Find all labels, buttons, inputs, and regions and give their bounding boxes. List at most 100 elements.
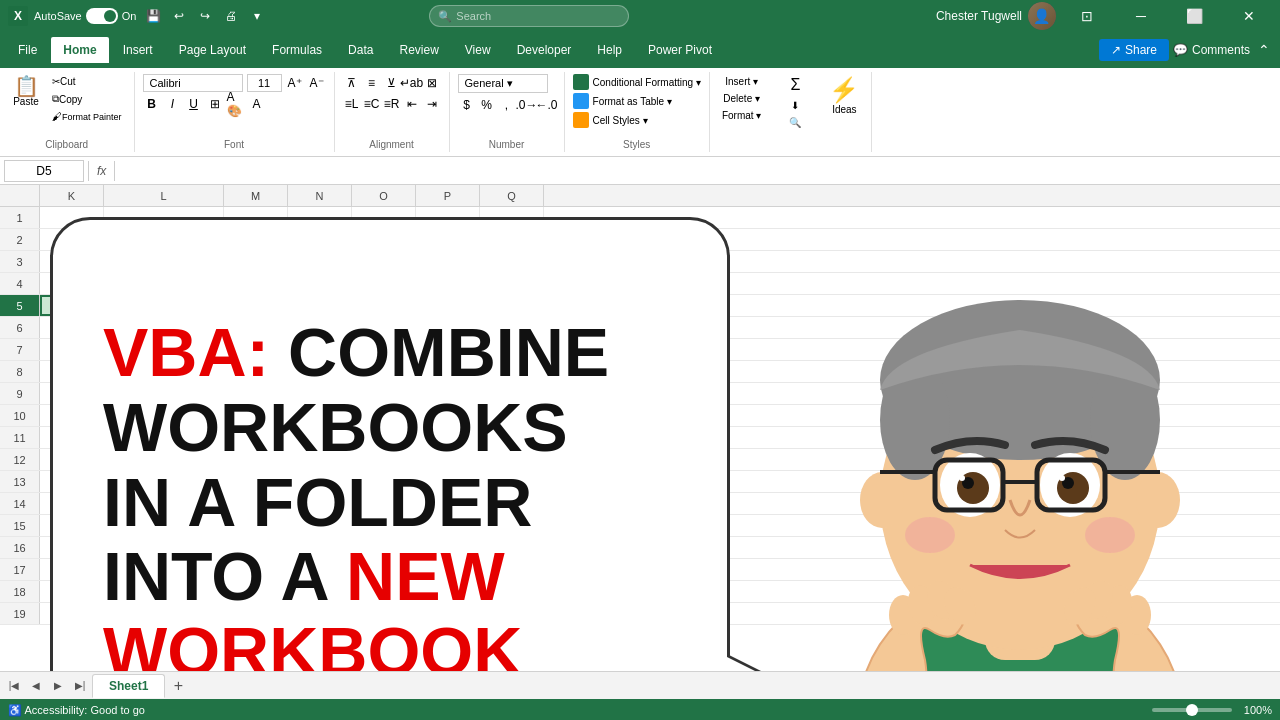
autosum-button[interactable]: Σ (777, 74, 813, 96)
row-num-3[interactable]: 3 (0, 251, 40, 272)
tab-data[interactable]: Data (336, 37, 385, 63)
border-button[interactable]: ⊞ (206, 95, 224, 113)
sheet-nav-first[interactable]: |◀ (4, 676, 24, 696)
col-header-n[interactable]: N (288, 185, 352, 206)
tab-review[interactable]: Review (387, 37, 450, 63)
merge-center-button[interactable]: ⊠ (423, 74, 441, 92)
col-header-k[interactable]: K (40, 185, 104, 206)
paste-button[interactable]: 📋 Paste (8, 74, 44, 109)
font-color-button[interactable]: A (248, 95, 266, 113)
tab-insert[interactable]: Insert (111, 37, 165, 63)
accounting-format-button[interactable]: $ (458, 96, 476, 114)
sheet-nav-prev[interactable]: ◀ (26, 676, 46, 696)
tab-formulas[interactable]: Formulas (260, 37, 334, 63)
row-num-19[interactable]: 19 (0, 603, 40, 624)
row-num-4[interactable]: 4 (0, 273, 40, 294)
italic-button[interactable]: I (164, 95, 182, 113)
wrap-text-button[interactable]: ↵ab (403, 74, 421, 92)
align-left-button[interactable]: ≡L (343, 95, 361, 113)
col-header-q[interactable]: Q (480, 185, 544, 206)
tab-power-pivot[interactable]: Power Pivot (636, 37, 724, 63)
row-num-15[interactable]: 15 (0, 515, 40, 536)
font-size-decrease-button[interactable]: A⁻ (308, 74, 326, 92)
formula-input[interactable] (119, 160, 1276, 182)
col-header-m[interactable]: M (224, 185, 288, 206)
search-bar[interactable]: 🔍 Search (429, 5, 629, 27)
align-center-button[interactable]: ≡C (363, 95, 381, 113)
sheet-nav-next[interactable]: ▶ (48, 676, 68, 696)
copy-button[interactable]: ⧉Copy (48, 91, 126, 107)
format-cells-button[interactable]: Format ▾ (718, 108, 765, 123)
fill-color-button[interactable]: A🎨 (227, 95, 245, 113)
comments-button[interactable]: 💬 Comments (1173, 43, 1250, 57)
row-num-2[interactable]: 2 (0, 229, 40, 250)
undo-icon[interactable]: ↩ (168, 5, 190, 27)
indent-decrease-button[interactable]: ⇤ (403, 95, 421, 113)
collapse-ribbon-button[interactable]: ⌃ (1254, 38, 1274, 62)
row-num-7[interactable]: 7 (0, 339, 40, 360)
row-num-17[interactable]: 17 (0, 559, 40, 580)
cut-button[interactable]: ✂Cut (48, 74, 126, 89)
font-size-increase-button[interactable]: A⁺ (286, 74, 304, 92)
font-size-selector[interactable]: 11 (247, 74, 282, 92)
row-num-10[interactable]: 10 (0, 405, 40, 426)
close-button[interactable]: ✕ (1226, 0, 1272, 32)
sheet-nav-last[interactable]: ▶| (70, 676, 90, 696)
row-num-13[interactable]: 13 (0, 471, 40, 492)
row-num-5[interactable]: 5 (0, 295, 40, 316)
sheet-tab-sheet1[interactable]: Sheet1 (92, 674, 165, 698)
comma-format-button[interactable]: , (498, 96, 516, 114)
row-num-14[interactable]: 14 (0, 493, 40, 514)
zoom-slider[interactable] (1152, 708, 1232, 712)
percent-format-button[interactable]: % (478, 96, 496, 114)
delete-cells-button[interactable]: Delete ▾ (718, 91, 765, 106)
align-top-button[interactable]: ⊼ (343, 74, 361, 92)
tab-help[interactable]: Help (585, 37, 634, 63)
tab-view[interactable]: View (453, 37, 503, 63)
autosave-toggle[interactable] (86, 8, 118, 24)
ideas-button[interactable]: ⚡ Ideas (825, 74, 863, 117)
tab-page-layout[interactable]: Page Layout (167, 37, 258, 63)
row-num-16[interactable]: 16 (0, 537, 40, 558)
insert-cells-button[interactable]: Insert ▾ (718, 74, 765, 89)
row-num-1[interactable]: 1 (0, 207, 40, 228)
align-right-button[interactable]: ≡R (383, 95, 401, 113)
bold-button[interactable]: B (143, 95, 161, 113)
row-num-18[interactable]: 18 (0, 581, 40, 602)
tab-developer[interactable]: Developer (505, 37, 584, 63)
number-format-selector[interactable]: General ▾ (458, 74, 548, 93)
indent-increase-button[interactable]: ⇥ (423, 95, 441, 113)
restore-button[interactable]: ⬜ (1172, 0, 1218, 32)
fill-button[interactable]: ⬇ (777, 98, 813, 113)
add-sheet-button[interactable]: + (167, 675, 189, 697)
format-painter-button[interactable]: 🖌Format Painter (48, 109, 126, 124)
tab-home[interactable]: Home (51, 37, 108, 63)
align-middle-button[interactable]: ≡ (363, 74, 381, 92)
dropdown-icon[interactable]: ▾ (246, 5, 268, 27)
share-button[interactable]: ↗ Share (1099, 39, 1169, 61)
align-bottom-button[interactable]: ⊻ (383, 74, 401, 92)
redo-icon[interactable]: ↪ (194, 5, 216, 27)
cell-styles-button[interactable]: Cell Styles ▾ (593, 115, 648, 126)
underline-button[interactable]: U (185, 95, 203, 113)
ribbon-display-toggle[interactable]: ⊡ (1064, 0, 1110, 32)
row-num-8[interactable]: 8 (0, 361, 40, 382)
col-header-l[interactable]: L (104, 185, 224, 206)
conditional-formatting-button[interactable]: Conditional Formatting ▾ (593, 77, 701, 88)
col-header-o[interactable]: O (352, 185, 416, 206)
col-header-p[interactable]: P (416, 185, 480, 206)
row-num-12[interactable]: 12 (0, 449, 40, 470)
avatar[interactable]: 👤 (1028, 2, 1056, 30)
row-num-11[interactable]: 11 (0, 427, 40, 448)
row-num-9[interactable]: 9 (0, 383, 40, 404)
format-as-table-button[interactable]: Format as Table ▾ (593, 96, 672, 107)
find-select-button[interactable]: 🔍 (777, 115, 813, 130)
decimal-decrease-button[interactable]: ←.0 (538, 96, 556, 114)
tab-file[interactable]: File (6, 37, 49, 63)
minimize-button[interactable]: ─ (1118, 0, 1164, 32)
name-box[interactable] (4, 160, 84, 182)
row-num-6[interactable]: 6 (0, 317, 40, 338)
print-icon[interactable]: 🖨 (220, 5, 242, 27)
save-icon[interactable]: 💾 (142, 5, 164, 27)
decimal-increase-button[interactable]: .0→ (518, 96, 536, 114)
